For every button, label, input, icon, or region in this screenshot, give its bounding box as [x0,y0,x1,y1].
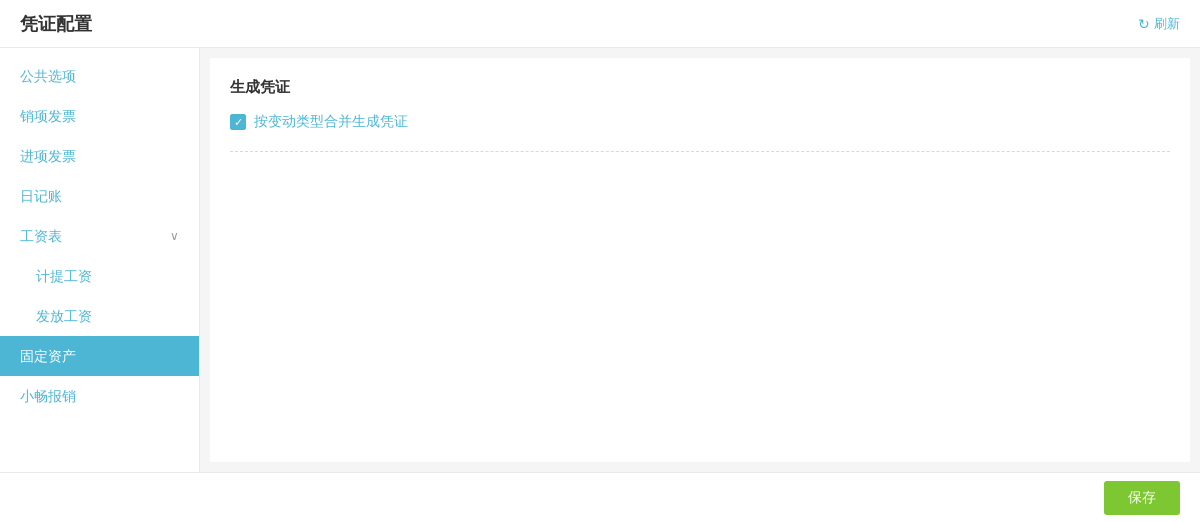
sidebar-label: 发放工资 [36,296,92,336]
refresh-label: 刷新 [1154,15,1180,33]
sidebar-label: 销项发票 [20,96,76,136]
sidebar-item-petty-expense[interactable]: 小畅报销 [0,376,199,416]
merge-by-type-checkbox[interactable] [230,114,246,130]
page-footer: 保存 [0,472,1200,522]
sidebar-item-fixed-assets[interactable]: 固定资产 [0,336,199,376]
sidebar-item-pay-payroll[interactable]: 发放工资 [0,296,199,336]
main-layout: 公共选项销项发票进项发票日记账工资表 ∨ 计提工资发放工资固定资产小畅报销 生成凭证… [0,48,1200,472]
section-divider [230,151,1170,152]
refresh-icon: ↻ [1138,16,1150,32]
section-title: 生成凭证 [230,78,1170,97]
sidebar-label: 小畅报销 [20,376,76,416]
sidebar-item-sales-invoice[interactable]: 销项发票 [0,96,199,136]
sidebar-item-purchase-invoice[interactable]: 进项发票 [0,136,199,176]
refresh-button[interactable]: ↻ 刷新 [1138,15,1180,33]
sidebar-item-accrual-payroll[interactable]: 计提工资 [0,256,199,296]
chevron-down-icon: ∨ [170,216,179,256]
sidebar-item-payroll-table[interactable]: 工资表 ∨ [0,216,199,256]
page-header: 凭证配置 ↻ 刷新 [0,0,1200,48]
sidebar-label: 固定资产 [20,336,76,376]
sidebar-label: 计提工资 [36,256,92,296]
sidebar-label: 公共选项 [20,56,76,96]
content-area: 生成凭证 按变动类型合并生成凭证 [210,58,1190,462]
sidebar-label: 工资表 [20,216,62,256]
merge-by-type-label[interactable]: 按变动类型合并生成凭证 [254,113,408,131]
sidebar: 公共选项销项发票进项发票日记账工资表 ∨ 计提工资发放工资固定资产小畅报销 [0,48,200,472]
sidebar-label: 进项发票 [20,136,76,176]
save-button[interactable]: 保存 [1104,481,1180,515]
checkbox-row: 按变动类型合并生成凭证 [230,113,1170,131]
sidebar-label: 日记账 [20,176,62,216]
sidebar-item-public-options[interactable]: 公共选项 [0,56,199,96]
sidebar-item-journal[interactable]: 日记账 [0,176,199,216]
page-title: 凭证配置 [20,12,92,36]
